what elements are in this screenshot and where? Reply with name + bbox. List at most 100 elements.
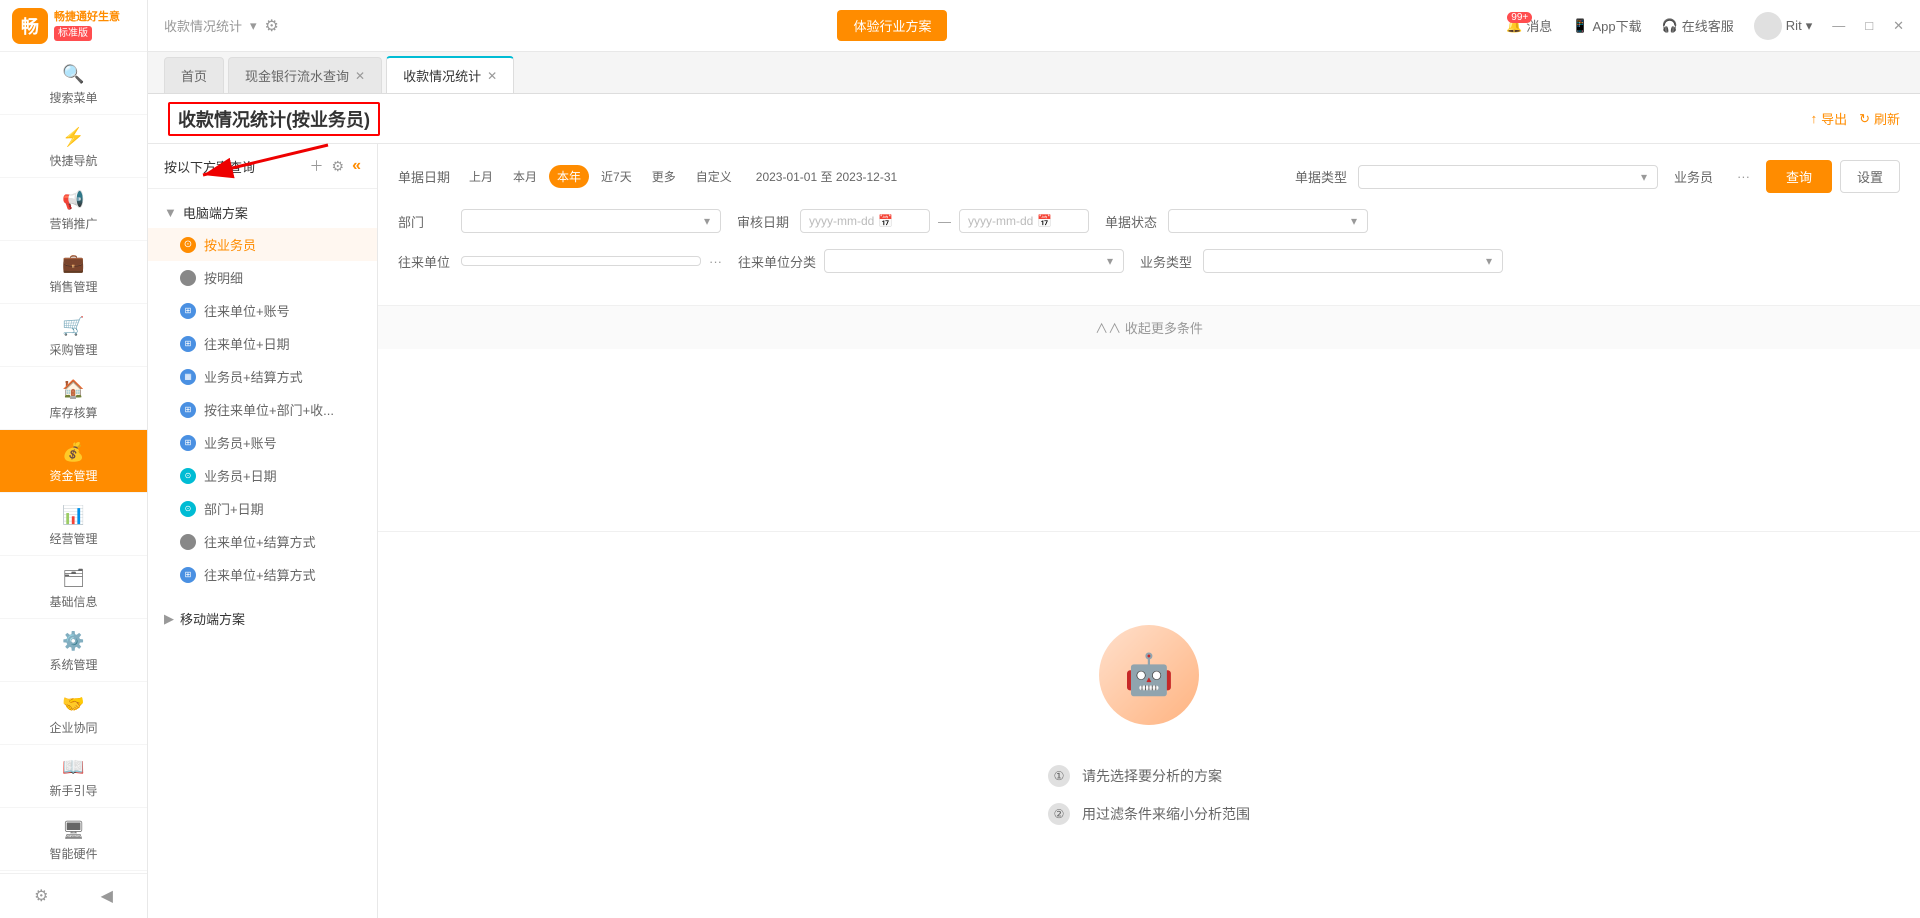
doc-type-chevron: ▾ xyxy=(1641,170,1647,184)
corp-icon: 🤝 xyxy=(62,694,84,715)
sidebar-label-search: 搜索菜单 xyxy=(49,89,97,106)
export-btn[interactable]: ↑ 导出 xyxy=(1811,109,1848,128)
sidebar-item-corp[interactable]: 🤝 企业协同 xyxy=(0,682,147,745)
scheme-label-3: 往来单位+日期 xyxy=(204,334,290,353)
date-tab-7days[interactable]: 近7天 xyxy=(593,165,640,188)
scheme-item-5[interactable]: ⊞ 按往来单位+部门+收... xyxy=(148,393,377,426)
window-close-icon[interactable]: ✕ xyxy=(1893,18,1904,34)
partner-category-label: 往来单位分类 xyxy=(738,252,816,271)
partner-select[interactable] xyxy=(461,256,701,266)
date-tab-this-month[interactable]: 本月 xyxy=(505,165,545,188)
scheme-item-6[interactable]: ⊞ 业务员+账号 xyxy=(148,426,377,459)
biz-type-select[interactable]: ▾ xyxy=(1203,249,1503,273)
date-filter-item: 单据日期 上月 本月 本年 近7天 更多 自定义 2023-01-01 至 20… xyxy=(398,165,897,188)
scheme-item-3[interactable]: ⊞ 往来单位+日期 xyxy=(148,327,377,360)
sidebar-item-hardware[interactable]: 🖥 智能硬件 xyxy=(0,808,147,871)
scheme-label-8: 部门+日期 xyxy=(204,499,264,518)
tab-bank-close[interactable]: ✕ xyxy=(355,69,365,83)
setting-button[interactable]: 设置 xyxy=(1840,160,1900,193)
page-title: 收款情况统计(按业务员) xyxy=(168,102,380,136)
partner-category-select[interactable]: ▾ xyxy=(824,249,1124,273)
calendar-icon-start[interactable]: 📅 xyxy=(878,214,893,228)
add-scheme-icon[interactable]: ＋ xyxy=(310,156,324,176)
operation-icon: 📊 xyxy=(62,505,84,526)
hint-item-1: ① 请先选择要分析的方案 xyxy=(1048,765,1250,787)
partner-category-filter-item: 往来单位分类 ▾ xyxy=(738,249,1124,273)
sidebar-settings-icon[interactable]: ⚙ xyxy=(34,886,48,906)
filter-form: 单据日期 上月 本月 本年 近7天 更多 自定义 2023-01-01 至 20… xyxy=(378,144,1920,305)
date-tab-more[interactable]: 更多 xyxy=(644,165,684,188)
date-tab-this-year[interactable]: 本年 xyxy=(549,165,589,188)
sidebar-item-stock[interactable]: 🏠 库存核算 xyxy=(0,367,147,430)
date-tab-custom[interactable]: 自定义 xyxy=(688,165,740,188)
sidebar-label-basic: 基础信息 xyxy=(49,593,97,610)
dept-label: 部门 xyxy=(398,212,453,231)
scheme-item-10[interactable]: ⊞ 往来单位+结算方式 xyxy=(148,558,377,591)
app-download-item[interactable]: 📱 App下载 xyxy=(1572,16,1641,35)
online-service-item[interactable]: 🎧 在线客服 xyxy=(1662,16,1734,35)
tab-bank[interactable]: 现金银行流水查询 ✕ xyxy=(228,57,382,93)
solution-btn[interactable]: 体验行业方案 xyxy=(837,10,947,41)
scheme-item-1[interactable]: 按明细 xyxy=(148,261,377,294)
sidebar-label-guide: 新手引导 xyxy=(49,782,97,799)
topbar-dropdown-icon[interactable]: ▾ xyxy=(250,18,257,34)
salesman-filter-item: 业务员 ··· xyxy=(1674,167,1750,186)
sidebar-item-system[interactable]: ⚙️ 系统管理 xyxy=(0,619,147,682)
scheme-item-9[interactable]: 往来单位+结算方式 xyxy=(148,525,377,558)
sidebar-item-guide[interactable]: 📖 新手引导 xyxy=(0,745,147,808)
salesman-dots[interactable]: ··· xyxy=(1737,169,1750,184)
doc-type-filter-item: 单据类型 ▾ xyxy=(1295,165,1658,189)
scheme-item-0[interactable]: ⊙ 按业务员 xyxy=(148,228,377,261)
sidebar-item-sales[interactable]: 💼 销售管理 xyxy=(0,241,147,304)
review-end-input[interactable]: yyyy-mm-dd 📅 xyxy=(959,209,1089,233)
sidebar-collapse-icon[interactable]: ◀ xyxy=(101,886,113,906)
scheme-settings-icon[interactable]: ⚙ xyxy=(332,158,345,175)
sidebar-item-purchase[interactable]: 🛒 采购管理 xyxy=(0,304,147,367)
partner-dots[interactable]: ··· xyxy=(709,254,722,269)
scheme-label-0: 按业务员 xyxy=(204,235,256,254)
sidebar-item-finance[interactable]: 💰 资金管理 xyxy=(0,430,147,493)
doc-type-select[interactable]: ▾ xyxy=(1358,165,1658,189)
date-tabs: 上月 本月 本年 近7天 更多 自定义 xyxy=(461,165,740,188)
sidebar-item-operation[interactable]: 📊 经营管理 xyxy=(0,493,147,556)
scheme-item-4[interactable]: ▦ 业务员+结算方式 xyxy=(148,360,377,393)
scheme-item-7[interactable]: ⊙ 业务员+日期 xyxy=(148,459,377,492)
review-start-input[interactable]: yyyy-mm-dd 📅 xyxy=(800,209,930,233)
tab-home[interactable]: 首页 xyxy=(164,57,224,93)
doc-status-select[interactable]: ▾ xyxy=(1168,209,1368,233)
sidebar-item-marketing[interactable]: 📢 营销推广 xyxy=(0,178,147,241)
refresh-btn[interactable]: ↻ 刷新 xyxy=(1859,109,1900,128)
marketing-icon: 📢 xyxy=(62,190,84,211)
scheme-group-pc-header[interactable]: ▼ 电脑端方案 xyxy=(148,197,377,228)
window-maximize-icon[interactable]: □ xyxy=(1865,18,1873,33)
scheme-item-8[interactable]: ⊙ 部门+日期 xyxy=(148,492,377,525)
sidebar-label-purchase: 采购管理 xyxy=(49,341,97,358)
sidebar-label-stock: 库存核算 xyxy=(49,404,97,421)
sidebar-item-search[interactable]: 🔍 搜索菜单 xyxy=(0,52,147,115)
date-tab-last-month[interactable]: 上月 xyxy=(461,165,501,188)
tab-collect-close[interactable]: ✕ xyxy=(487,69,497,83)
sidebar-item-quick[interactable]: ⚡ 快捷导航 xyxy=(0,115,147,178)
biz-type-label: 业务类型 xyxy=(1140,252,1195,271)
window-minimize-icon[interactable]: — xyxy=(1832,18,1845,33)
tab-collect[interactable]: 收款情况统计 ✕ xyxy=(386,56,514,93)
topbar: 收款情况统计 ▾ ⚙ 体验行业方案 🔔 99+ 消息 📱 App下载 xyxy=(148,0,1920,52)
topbar-settings-icon[interactable]: ⚙ xyxy=(265,16,279,36)
dept-select[interactable]: ▾ xyxy=(461,209,721,233)
service-icon: 🎧 xyxy=(1662,18,1678,34)
calendar-icon-end[interactable]: 📅 xyxy=(1037,214,1052,228)
user-dropdown-icon: ▾ xyxy=(1806,18,1813,34)
main-area: 收款情况统计 ▾ ⚙ 体验行业方案 🔔 99+ 消息 📱 App下载 xyxy=(148,0,1920,918)
collapse-bar[interactable]: ∧∧ 收起更多条件 xyxy=(378,305,1920,349)
page-header-actions: ↑ 导出 ↻ 刷新 xyxy=(1811,109,1900,128)
query-button[interactable]: 查询 xyxy=(1766,160,1832,193)
collapse-panel-icon[interactable]: « xyxy=(352,157,361,175)
sidebar-item-basic[interactable]: 🗂 基础信息 xyxy=(0,556,147,619)
scheme-group-mobile-header[interactable]: ▶ 移动端方案 xyxy=(148,603,377,634)
scheme-icon-9 xyxy=(180,534,196,550)
user-info[interactable]: Rit ▾ xyxy=(1754,12,1812,40)
notification-item[interactable]: 🔔 99+ 消息 xyxy=(1506,16,1552,35)
scheme-icon-4: ▦ xyxy=(180,369,196,385)
scheme-item-2[interactable]: ⊞ 往来单位+账号 xyxy=(148,294,377,327)
partner-label: 往来单位 xyxy=(398,252,453,271)
